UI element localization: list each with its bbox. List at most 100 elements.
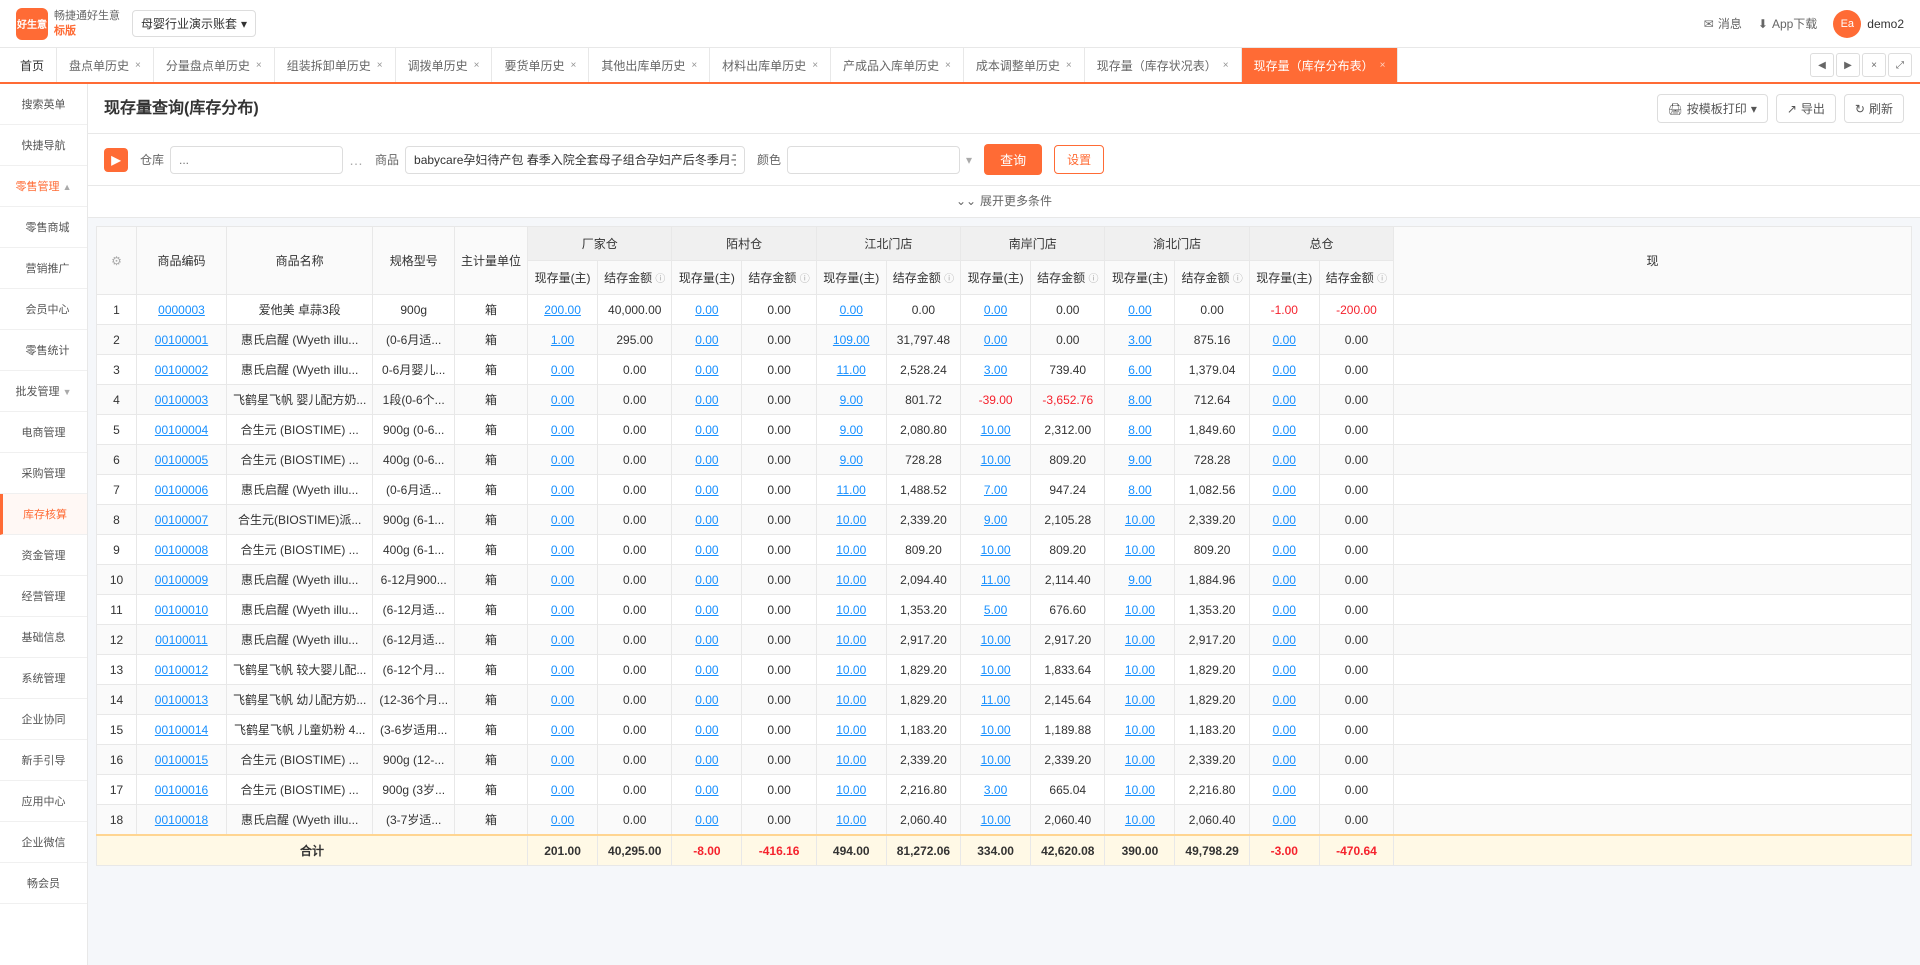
tab-other-out[interactable]: 其他出库单历史 × bbox=[589, 48, 710, 83]
extra-cell bbox=[1394, 325, 1912, 355]
close-icon[interactable]: × bbox=[945, 60, 951, 71]
sidebar-item-retail-shop[interactable]: 零售商城 bbox=[0, 207, 87, 248]
fj-qty: 0.00 bbox=[528, 715, 598, 745]
yb-amt: 1,082.56 bbox=[1175, 475, 1249, 505]
expand-more-btn[interactable]: ⌄⌄ 展开更多条件 bbox=[956, 192, 1052, 209]
tab-purchase[interactable]: 要货单历史 × bbox=[492, 48, 589, 83]
th-gear[interactable]: ⚙ bbox=[97, 227, 137, 295]
nav-close-btn[interactable]: × bbox=[1862, 53, 1886, 77]
tab-cost-adj[interactable]: 成本调整单历史 × bbox=[964, 48, 1085, 83]
name-cell: 爱他美 卓蒜3段 bbox=[227, 295, 373, 325]
nav-prev-btn[interactable]: ◀ bbox=[1810, 53, 1834, 77]
tab-transfer[interactable]: 调拨单历史 × bbox=[396, 48, 493, 83]
jb-qty: 10.00 bbox=[816, 505, 886, 535]
zc-qty: 0.00 bbox=[1249, 745, 1319, 775]
sidebar-item-basic[interactable]: 基础信息 bbox=[0, 617, 87, 658]
close-icon[interactable]: × bbox=[570, 60, 576, 71]
sidebar-item-retail-stat[interactable]: 零售统计 bbox=[0, 330, 87, 371]
na-amt: 2,145.64 bbox=[1031, 685, 1105, 715]
warehouse-input[interactable] bbox=[170, 146, 343, 174]
sidebar-item-vip[interactable]: 畅会员 bbox=[0, 863, 87, 904]
sidebar-item-wholesale[interactable]: 批发管理 ▼ bbox=[0, 371, 87, 412]
search-button[interactable]: 查询 bbox=[984, 144, 1042, 175]
sidebar-item-finance[interactable]: 资金管理 bbox=[0, 535, 87, 576]
print-btn[interactable]: 🖨 按模板打印 ▾ bbox=[1657, 94, 1768, 123]
sum-zc-qty: -3.00 bbox=[1249, 835, 1319, 866]
extra-cell bbox=[1394, 715, 1912, 745]
app-download-btn[interactable]: ⬇ App下载 bbox=[1758, 15, 1817, 32]
sidebar-item-purchase[interactable]: 采购管理 bbox=[0, 453, 87, 494]
close-icon[interactable]: × bbox=[135, 60, 141, 71]
sidebar-item-wechat[interactable]: 企业微信 bbox=[0, 822, 87, 863]
table-row: 900100008合生元 (BIOSTIME) ...400g (6-1...箱… bbox=[97, 535, 1912, 565]
na-amt: 2,105.28 bbox=[1031, 505, 1105, 535]
nav-expand-btn[interactable]: ⤢ bbox=[1888, 53, 1912, 77]
zc-qty: 0.00 bbox=[1249, 385, 1319, 415]
close-icon[interactable]: × bbox=[474, 60, 480, 71]
sidebar-item-nav[interactable]: 快捷导航 bbox=[0, 125, 87, 166]
zc-amt: -200.00 bbox=[1319, 295, 1393, 325]
zc-amt: 0.00 bbox=[1319, 805, 1393, 836]
nav-next-btn[interactable]: ▶ bbox=[1836, 53, 1860, 77]
color-input[interactable] bbox=[787, 146, 960, 174]
zc-qty: 0.00 bbox=[1249, 535, 1319, 565]
table-row: 1200100011惠氏启醒 (Wyeth illu...(6-12月适...箱… bbox=[97, 625, 1912, 655]
close-icon[interactable]: × bbox=[1223, 60, 1229, 71]
refresh-btn[interactable]: ↻ 刷新 bbox=[1844, 94, 1904, 123]
tab-inventory[interactable]: 盘点单历史 × bbox=[57, 48, 154, 83]
download-icon: ⬇ bbox=[1758, 17, 1768, 31]
tab-home[interactable]: 首页 bbox=[8, 48, 57, 83]
yb-amt: 1,183.20 bbox=[1175, 715, 1249, 745]
na-qty: 7.00 bbox=[961, 475, 1031, 505]
sidebar-item-inventory[interactable]: 库存核算 bbox=[0, 494, 87, 535]
tab-stock-dist[interactable]: 现存量（库存分布表）× bbox=[1242, 48, 1399, 83]
sum-fj-amt: 40,295.00 bbox=[598, 835, 672, 866]
unit-cell: 箱 bbox=[455, 535, 528, 565]
close-icon[interactable]: × bbox=[812, 60, 818, 71]
company-selector[interactable]: 母婴行业演示账套 ▾ bbox=[132, 10, 256, 37]
warehouse-dots[interactable]: … bbox=[349, 152, 363, 168]
sidebar-item-ecommerce[interactable]: 电商管理 bbox=[0, 412, 87, 453]
expand-btn[interactable]: ▶ bbox=[104, 148, 128, 172]
mc-qty: 0.00 bbox=[672, 625, 742, 655]
sum-yb-amt: 49,798.29 bbox=[1175, 835, 1249, 866]
extra-cell bbox=[1394, 535, 1912, 565]
sidebar-item-retail[interactable]: 零售管理 ▲ bbox=[0, 166, 87, 207]
yb-qty: 10.00 bbox=[1105, 715, 1175, 745]
close-icon[interactable]: × bbox=[256, 60, 262, 71]
close-icon[interactable]: × bbox=[1066, 60, 1072, 71]
th-factory: 厂家仓 bbox=[528, 227, 672, 261]
settings-button[interactable]: 设置 bbox=[1054, 145, 1104, 174]
close-icon[interactable]: × bbox=[691, 60, 697, 71]
sidebar-item-member[interactable]: 会员中心 bbox=[0, 289, 87, 330]
tab-assemble[interactable]: 组装拆卸单历史 × bbox=[275, 48, 396, 83]
unit-cell: 箱 bbox=[455, 685, 528, 715]
sidebar-item-ops[interactable]: 经营管理 bbox=[0, 576, 87, 617]
tab-product-in[interactable]: 产成品入库单历史 × bbox=[831, 48, 964, 83]
product-input[interactable] bbox=[405, 146, 745, 174]
sidebar-item-corp[interactable]: 企业协同 bbox=[0, 699, 87, 740]
unit-cell: 箱 bbox=[455, 385, 528, 415]
tab-portion[interactable]: 分量盘点单历史 × bbox=[154, 48, 275, 83]
sidebar-item-guide[interactable]: 新手引导 bbox=[0, 740, 87, 781]
tab-stock-status[interactable]: 现存量（库存状况表）× bbox=[1085, 48, 1242, 83]
code-cell: 00100009 bbox=[137, 565, 227, 595]
mc-amt: 0.00 bbox=[742, 775, 816, 805]
name-cell: 惠氏启醒 (Wyeth illu... bbox=[227, 595, 373, 625]
close-icon[interactable]: × bbox=[1380, 60, 1386, 71]
sidebar-item-system[interactable]: 系统管理 bbox=[0, 658, 87, 699]
sum-jb-qty: 494.00 bbox=[816, 835, 886, 866]
sidebar-item-search[interactable]: 搜索英单 bbox=[0, 84, 87, 125]
jb-qty: 10.00 bbox=[816, 655, 886, 685]
message-btn[interactable]: ✉ 消息 bbox=[1704, 15, 1742, 32]
top-bar: 好生意 畅捷通好生意 标版 母婴行业演示账套 ▾ ✉ 消息 ⬇ App下载 Ea… bbox=[0, 0, 1920, 48]
sidebar-item-marketing[interactable]: 营销推广 bbox=[0, 248, 87, 289]
na-amt: 2,917.20 bbox=[1031, 625, 1105, 655]
close-icon[interactable]: × bbox=[377, 60, 383, 71]
seq-cell: 7 bbox=[97, 475, 137, 505]
table-row: 400100003飞鹤星飞帆 婴儿配方奶...1段(0-6个...箱0.000.… bbox=[97, 385, 1912, 415]
user-area[interactable]: Ea demo2 bbox=[1833, 10, 1904, 38]
tab-material-out[interactable]: 材料出库单历史 × bbox=[710, 48, 831, 83]
sidebar-item-apps[interactable]: 应用中心 bbox=[0, 781, 87, 822]
export-btn[interactable]: ↗ 导出 bbox=[1776, 94, 1836, 123]
